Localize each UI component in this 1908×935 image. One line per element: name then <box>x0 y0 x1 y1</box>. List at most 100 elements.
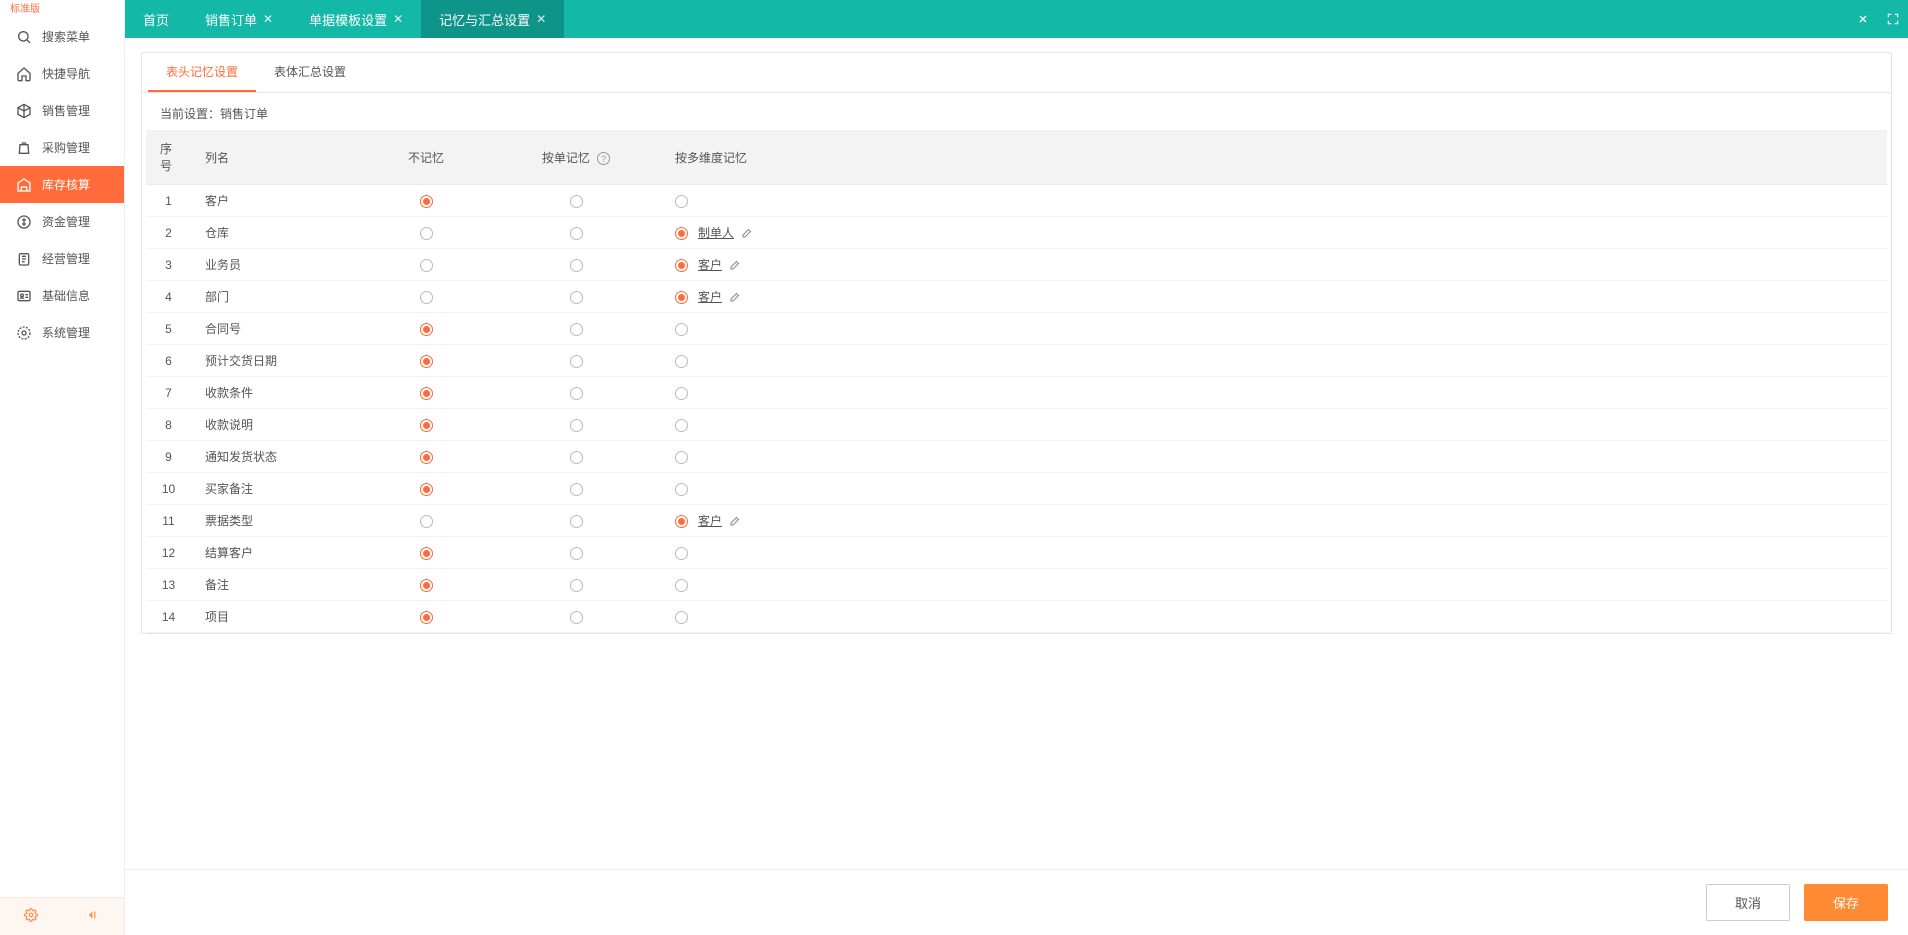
edit-icon[interactable] <box>728 516 740 528</box>
dimension-link[interactable]: 制单人 <box>698 226 734 240</box>
dimension-link[interactable]: 客户 <box>698 290 722 304</box>
radio-bill[interactable] <box>570 419 583 432</box>
radio-nomem[interactable] <box>420 515 433 528</box>
tab-1[interactable]: 销售订单 ✕ <box>187 0 291 38</box>
radio-dim[interactable] <box>675 483 688 496</box>
radio-bill[interactable] <box>570 611 583 624</box>
radio-nomem[interactable] <box>420 323 433 336</box>
radio-bill[interactable] <box>570 355 583 368</box>
radio-dim[interactable] <box>675 291 688 304</box>
cell-nomem <box>361 345 491 377</box>
collapse-button[interactable] <box>62 898 124 935</box>
sidebar-item-4[interactable]: 库存核算 <box>0 166 124 203</box>
id-icon <box>16 288 32 304</box>
table-row: 6预计交货日期 <box>146 345 1887 377</box>
edit-icon[interactable] <box>728 292 740 304</box>
table-row: 10买家备注 <box>146 473 1887 505</box>
radio-nomem[interactable] <box>420 419 433 432</box>
cell-name: 业务员 <box>191 249 361 281</box>
cell-dim <box>661 601 1887 633</box>
sidebar-item-2[interactable]: 销售管理 <box>0 92 124 129</box>
radio-nomem[interactable] <box>420 483 433 496</box>
close-icon[interactable]: ✕ <box>393 12 403 26</box>
radio-bill[interactable] <box>570 483 583 496</box>
radio-dim[interactable] <box>675 579 688 592</box>
sidebar-item-3[interactable]: 采购管理 <box>0 129 124 166</box>
table-row: 14项目 <box>146 601 1887 633</box>
tab-3[interactable]: 记忆与汇总设置✕ <box>421 0 564 38</box>
help-icon[interactable]: ? <box>597 152 610 165</box>
cell-dim <box>661 441 1887 473</box>
radio-bill[interactable] <box>570 291 583 304</box>
radio-nomem[interactable] <box>420 387 433 400</box>
radio-nomem[interactable] <box>420 291 433 304</box>
radio-nomem[interactable] <box>420 547 433 560</box>
tab-2[interactable]: 单据模板设置✕ <box>291 0 421 38</box>
radio-dim[interactable] <box>675 611 688 624</box>
radio-nomem[interactable] <box>420 579 433 592</box>
radio-dim[interactable] <box>675 451 688 464</box>
cancel-button[interactable]: 取消 <box>1706 884 1790 921</box>
radio-bill[interactable] <box>570 195 583 208</box>
cell-name: 合同号 <box>191 313 361 345</box>
sidebar-item-5[interactable]: 资金管理 <box>0 203 124 240</box>
edit-icon[interactable] <box>728 260 740 272</box>
close-icon[interactable]: ✕ <box>263 12 273 26</box>
radio-nomem[interactable] <box>420 259 433 272</box>
cell-seq: 12 <box>146 537 191 569</box>
sidebar-item-7[interactable]: 基础信息 <box>0 277 124 314</box>
close-icon[interactable]: ✕ <box>536 12 546 26</box>
current-setting-value: 销售订单 <box>220 107 268 121</box>
sidebar-item-label: 资金管理 <box>42 213 90 230</box>
radio-nomem[interactable] <box>420 195 433 208</box>
tab-0[interactable]: 首页 <box>125 0 187 38</box>
footer: 取消 保存 <box>125 869 1908 935</box>
sidebar-item-0[interactable]: 搜索菜单 <box>0 18 124 55</box>
th-bill-label: 按单记忆 <box>542 151 590 165</box>
home-icon <box>16 66 32 82</box>
edit-icon[interactable] <box>740 228 752 240</box>
radio-bill[interactable] <box>570 451 583 464</box>
cell-bill <box>491 473 661 505</box>
radio-dim[interactable] <box>675 355 688 368</box>
sidebar-item-1[interactable]: 快捷导航 <box>0 55 124 92</box>
settings-button[interactable] <box>0 898 62 935</box>
cell-seq: 5 <box>146 313 191 345</box>
radio-dim[interactable] <box>675 387 688 400</box>
radio-bill[interactable] <box>570 579 583 592</box>
close-all-tabs-button[interactable] <box>1848 0 1878 38</box>
cell-seq: 7 <box>146 377 191 409</box>
sidebar-item-8[interactable]: 系统管理 <box>0 314 124 351</box>
radio-dim[interactable] <box>675 259 688 272</box>
radio-nomem[interactable] <box>420 611 433 624</box>
radio-nomem[interactable] <box>420 451 433 464</box>
sidebar-item-6[interactable]: 经营管理 <box>0 240 124 277</box>
tag-icon <box>16 103 32 119</box>
cell-seq: 14 <box>146 601 191 633</box>
radio-bill[interactable] <box>570 323 583 336</box>
radio-nomem[interactable] <box>420 355 433 368</box>
radio-dim[interactable] <box>675 547 688 560</box>
radio-bill[interactable] <box>570 259 583 272</box>
radio-dim[interactable] <box>675 323 688 336</box>
cell-dim: 客户 <box>661 249 1887 281</box>
radio-dim[interactable] <box>675 515 688 528</box>
save-button[interactable]: 保存 <box>1804 884 1888 921</box>
dimension-link[interactable]: 客户 <box>698 514 722 528</box>
sidebar-footer <box>0 897 124 935</box>
fullscreen-button[interactable] <box>1878 0 1908 38</box>
cell-dim: 制单人 <box>661 217 1887 249</box>
radio-bill[interactable] <box>570 515 583 528</box>
panel-tab-0[interactable]: 表头记忆设置 <box>148 53 256 92</box>
radio-nomem[interactable] <box>420 227 433 240</box>
radio-bill[interactable] <box>570 387 583 400</box>
panel-tab-1[interactable]: 表体汇总设置 <box>256 53 364 92</box>
radio-dim[interactable] <box>675 195 688 208</box>
radio-bill[interactable] <box>570 227 583 240</box>
tab-label: 销售订单 <box>205 10 257 29</box>
dimension-link[interactable]: 客户 <box>698 258 722 272</box>
radio-dim[interactable] <box>675 227 688 240</box>
radio-dim[interactable] <box>675 419 688 432</box>
table-row: 1客户 <box>146 185 1887 217</box>
radio-bill[interactable] <box>570 547 583 560</box>
